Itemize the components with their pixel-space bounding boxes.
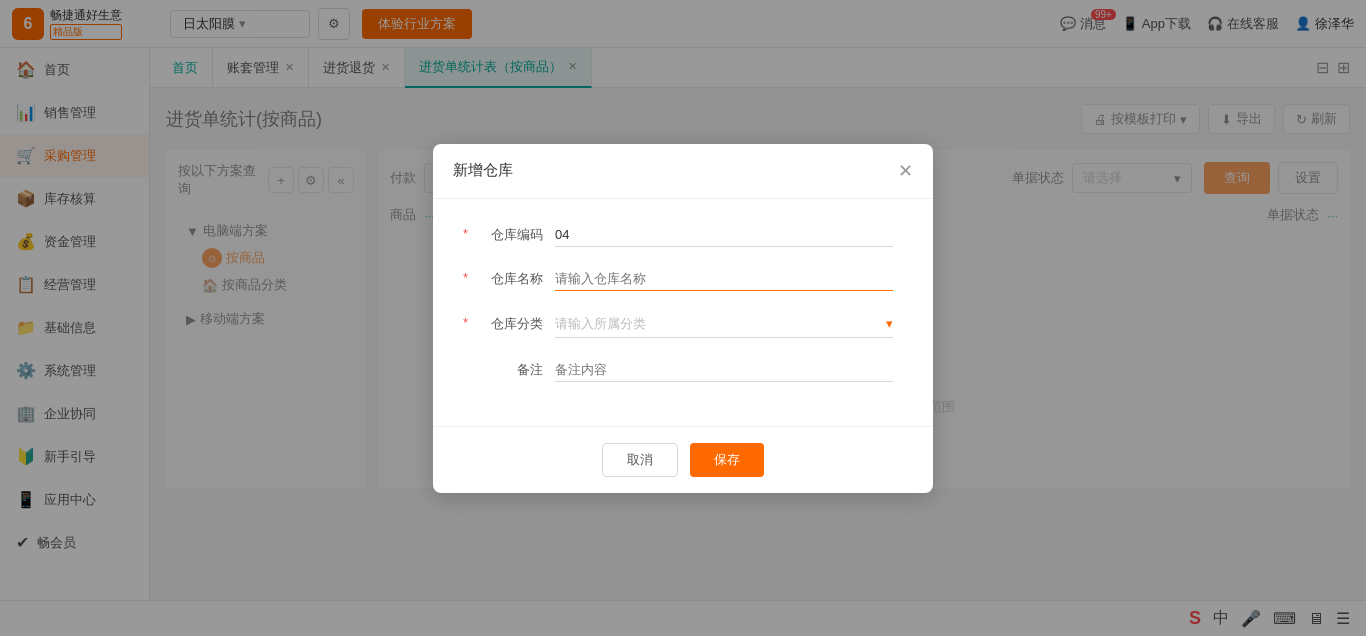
name-form-row: 仓库名称 bbox=[473, 267, 893, 291]
category-placeholder: 请输入所属分类 bbox=[555, 315, 646, 333]
dialog-body: 仓库编码 仓库名称 仓库分类 请输入所属分类 ▾ 备注 bbox=[433, 199, 933, 426]
category-select[interactable]: 请输入所属分类 ▾ bbox=[555, 311, 893, 338]
remark-form-row: 备注 bbox=[473, 358, 893, 382]
category-form-row: 仓库分类 请输入所属分类 ▾ bbox=[473, 311, 893, 338]
dialog-title: 新增仓库 bbox=[453, 161, 513, 180]
dialog-close-button[interactable]: ✕ bbox=[898, 160, 913, 182]
remark-label: 备注 bbox=[473, 361, 543, 379]
modal-overlay[interactable]: 新增仓库 ✕ 仓库编码 仓库名称 仓库分类 请输入所属分类 ▾ bbox=[0, 0, 1366, 636]
save-button[interactable]: 保存 bbox=[690, 443, 764, 477]
cancel-button[interactable]: 取消 bbox=[602, 443, 678, 477]
add-warehouse-dialog: 新增仓库 ✕ 仓库编码 仓库名称 仓库分类 请输入所属分类 ▾ bbox=[433, 144, 933, 493]
remark-input[interactable] bbox=[555, 358, 893, 382]
code-input[interactable] bbox=[555, 223, 893, 247]
category-arrow-icon: ▾ bbox=[886, 316, 893, 331]
name-input[interactable] bbox=[555, 267, 893, 291]
dialog-header: 新增仓库 ✕ bbox=[433, 144, 933, 199]
category-label: 仓库分类 bbox=[473, 315, 543, 333]
dialog-footer: 取消 保存 bbox=[433, 426, 933, 493]
code-label: 仓库编码 bbox=[473, 226, 543, 244]
code-form-row: 仓库编码 bbox=[473, 223, 893, 247]
name-label: 仓库名称 bbox=[473, 270, 543, 288]
